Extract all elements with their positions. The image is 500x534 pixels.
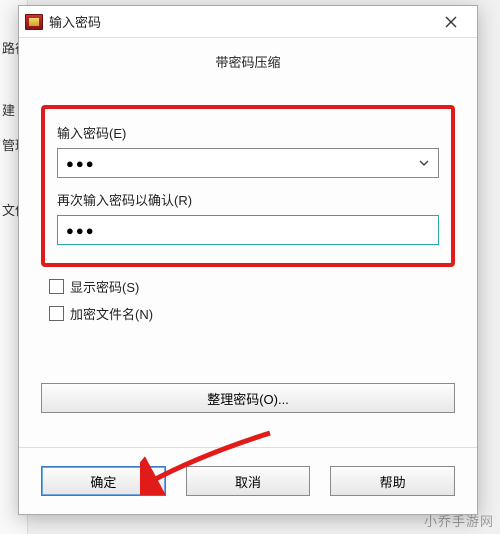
- dialog-subtitle: 带密码压缩: [19, 38, 477, 79]
- dialog-content: 输入密码(E) 再次输入密码以确认(R) 显示密码(S) 加密文件名(N): [19, 79, 477, 435]
- checkbox-icon: [49, 306, 64, 321]
- encrypt-filenames-checkbox[interactable]: 加密文件名(N): [49, 304, 447, 323]
- show-password-label: 显示密码(S): [70, 277, 139, 296]
- titlebar: 输入密码: [19, 6, 477, 38]
- confirm-password-input[interactable]: [57, 215, 439, 245]
- bg-label-new: 建: [2, 100, 15, 119]
- password-dialog: 输入密码 带密码压缩 输入密码(E) 再次输入密码以确认(R) 显示密码(S): [18, 5, 478, 515]
- dialog-title: 输入密码: [49, 12, 429, 31]
- watermark-text: 小乔手游网: [424, 511, 494, 530]
- password-label: 输入密码(E): [57, 123, 439, 142]
- options-group: 显示密码(S) 加密文件名(N): [41, 267, 455, 323]
- encrypt-filenames-label: 加密文件名(N): [70, 304, 153, 323]
- archive-icon: [25, 14, 43, 30]
- confirm-password-label: 再次输入密码以确认(R): [57, 190, 439, 209]
- cancel-button[interactable]: 取消: [186, 466, 311, 496]
- dialog-button-row: 确定 取消 帮助: [19, 447, 477, 514]
- password-dropdown-button[interactable]: [415, 154, 433, 172]
- show-password-checkbox[interactable]: 显示密码(S): [49, 277, 447, 296]
- password-input[interactable]: [57, 148, 439, 178]
- checkbox-icon: [49, 279, 64, 294]
- password-fields-highlight: 输入密码(E) 再次输入密码以确认(R): [41, 105, 455, 267]
- help-button[interactable]: 帮助: [330, 466, 455, 496]
- close-icon: [445, 16, 457, 28]
- organize-passwords-button[interactable]: 整理密码(O)...: [41, 383, 455, 413]
- chevron-down-icon: [419, 160, 429, 166]
- close-button[interactable]: [429, 7, 473, 37]
- ok-button[interactable]: 确定: [41, 466, 166, 496]
